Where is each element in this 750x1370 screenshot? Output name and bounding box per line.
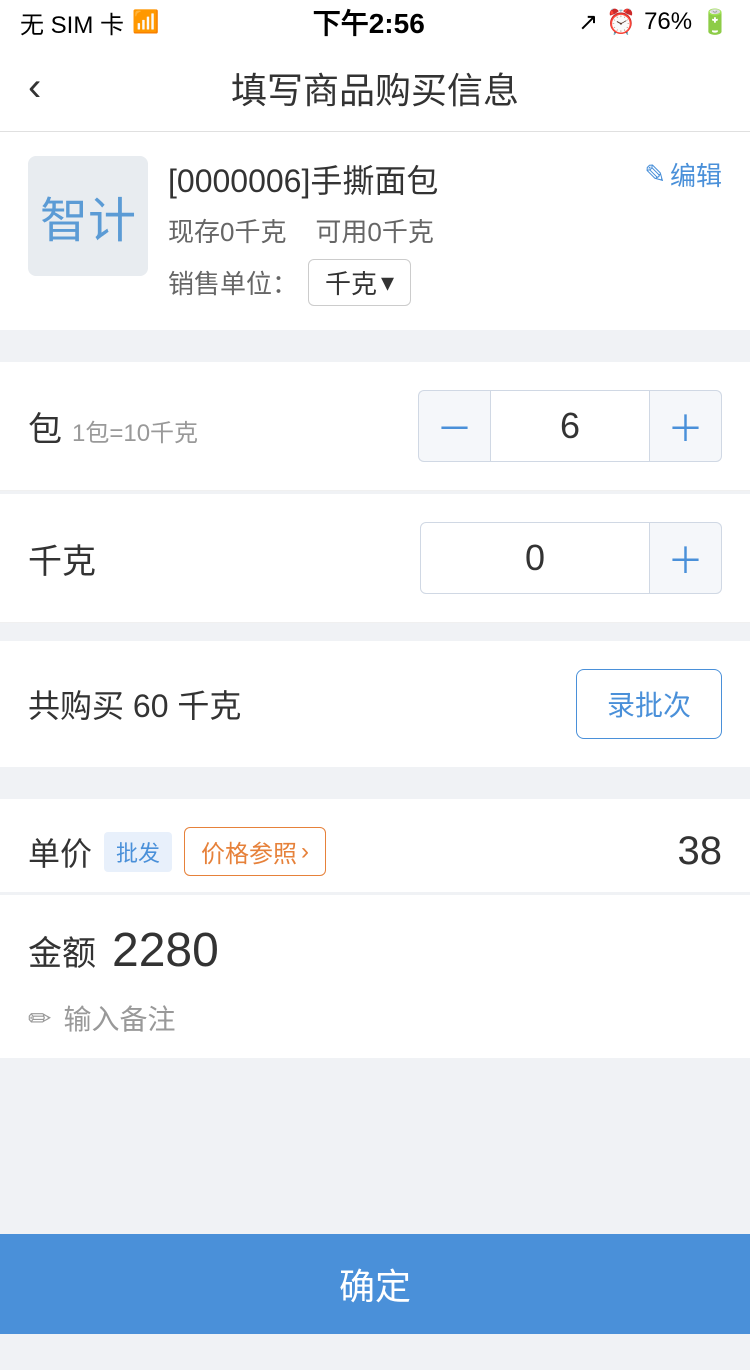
divider-1 bbox=[0, 346, 750, 362]
nav-bar: ‹ 填写商品购买信息 bbox=[0, 44, 750, 132]
product-info: [0000006]手撕面包 现存0千克 可用0千克 销售单位： 千克 ▾ bbox=[168, 156, 624, 306]
stock-available: 可用0千克 bbox=[315, 217, 433, 247]
price-type-tag: 批发 bbox=[104, 832, 172, 872]
summary-text: 共购买 60 千克 bbox=[28, 681, 241, 727]
amount-label: 金额 bbox=[28, 926, 96, 975]
remark-label: 输入备注 bbox=[63, 998, 175, 1038]
amount-row: 金额 2280 bbox=[28, 923, 722, 978]
unit-value: 千克 bbox=[325, 264, 377, 301]
price-label-group: 单价 批发 价格参照 › bbox=[28, 827, 326, 876]
pencil-icon: ✏ bbox=[28, 1002, 51, 1035]
kg-quantity-input[interactable] bbox=[420, 522, 650, 594]
confirm-label: 确定 bbox=[339, 1258, 411, 1310]
price-ref-arrow-icon: › bbox=[301, 838, 309, 866]
kg-plus-button[interactable]: ＋ bbox=[650, 522, 722, 594]
price-ref-button[interactable]: 价格参照 › bbox=[184, 827, 326, 876]
summary-row: 共购买 60 千克 录批次 bbox=[0, 641, 750, 767]
product-stock: 现存0千克 可用0千克 bbox=[168, 212, 624, 249]
kg-label-text: 千克 bbox=[28, 534, 96, 583]
pack-quantity-input[interactable] bbox=[490, 390, 650, 462]
wifi-icon: 📶 bbox=[132, 9, 159, 35]
price-value: 38 bbox=[678, 829, 723, 874]
location-icon: ↗ bbox=[578, 8, 598, 37]
edit-icon: ✎ bbox=[644, 159, 666, 190]
kg-quantity-control: ＋ bbox=[420, 522, 722, 594]
product-name: [0000006]手撕面包 bbox=[168, 156, 624, 202]
status-left: 无 SIM 卡 📶 bbox=[20, 5, 159, 40]
confirm-button[interactable]: 确定 bbox=[0, 1234, 750, 1334]
product-image: 智计 bbox=[28, 156, 148, 276]
product-unit-row: 销售单位： 千克 ▾ bbox=[168, 259, 624, 306]
pack-minus-button[interactable]: － bbox=[418, 390, 490, 462]
pack-quantity-control: － ＋ bbox=[418, 390, 722, 462]
price-row: 单价 批发 价格参照 › 38 bbox=[28, 827, 722, 876]
edit-label: 编辑 bbox=[670, 156, 722, 193]
price-label: 单价 bbox=[28, 829, 92, 875]
unit-select[interactable]: 千克 ▾ bbox=[308, 259, 411, 306]
pack-plus-button[interactable]: ＋ bbox=[650, 390, 722, 462]
pack-label: 包 bbox=[28, 402, 62, 451]
record-batch-button[interactable]: 录批次 bbox=[576, 669, 722, 739]
price-section: 单价 批发 价格参照 › 38 bbox=[0, 799, 750, 892]
page-title: 填写商品购买信息 bbox=[231, 62, 519, 114]
product-logo: 智计 bbox=[40, 181, 136, 251]
pack-label-group: 包 1包=10千克 bbox=[28, 402, 198, 451]
battery-icon: 🔋 bbox=[700, 8, 730, 37]
product-card: 智计 [0000006]手撕面包 现存0千克 可用0千克 销售单位： 千克 ▾ … bbox=[0, 132, 750, 330]
kg-label: 千克 bbox=[28, 534, 96, 583]
pack-quantity-row: 包 1包=10千克 － ＋ bbox=[0, 362, 750, 491]
divider-4 bbox=[0, 783, 750, 799]
status-right: ↗ ⏰ 76% 🔋 bbox=[578, 8, 730, 37]
pack-sub-label: 1包=10千克 bbox=[72, 413, 198, 448]
kg-quantity-row: 千克 ＋ bbox=[0, 494, 750, 623]
back-button[interactable]: ‹ bbox=[28, 65, 41, 110]
product-card-right: ✎ 编辑 bbox=[644, 156, 722, 193]
unit-label: 销售单位： bbox=[168, 264, 298, 301]
amount-section: 金额 2280 ✏ 输入备注 bbox=[0, 895, 750, 1058]
amount-value: 2280 bbox=[112, 923, 219, 978]
price-ref-label: 价格参照 bbox=[201, 834, 297, 869]
battery-level: 76% bbox=[644, 8, 692, 36]
edit-button[interactable]: ✎ 编辑 bbox=[644, 156, 722, 193]
unit-dropdown-icon: ▾ bbox=[381, 267, 394, 298]
remark-row[interactable]: ✏ 输入备注 bbox=[28, 998, 722, 1038]
carrier-label: 无 SIM 卡 bbox=[20, 5, 124, 40]
alarm-icon: ⏰ bbox=[606, 8, 636, 37]
status-bar: 无 SIM 卡 📶 下午2:56 ↗ ⏰ 76% 🔋 bbox=[0, 0, 750, 44]
stock-current: 现存0千克 bbox=[168, 217, 286, 247]
divider-3 bbox=[0, 625, 750, 641]
status-time: 下午2:56 bbox=[313, 2, 425, 42]
